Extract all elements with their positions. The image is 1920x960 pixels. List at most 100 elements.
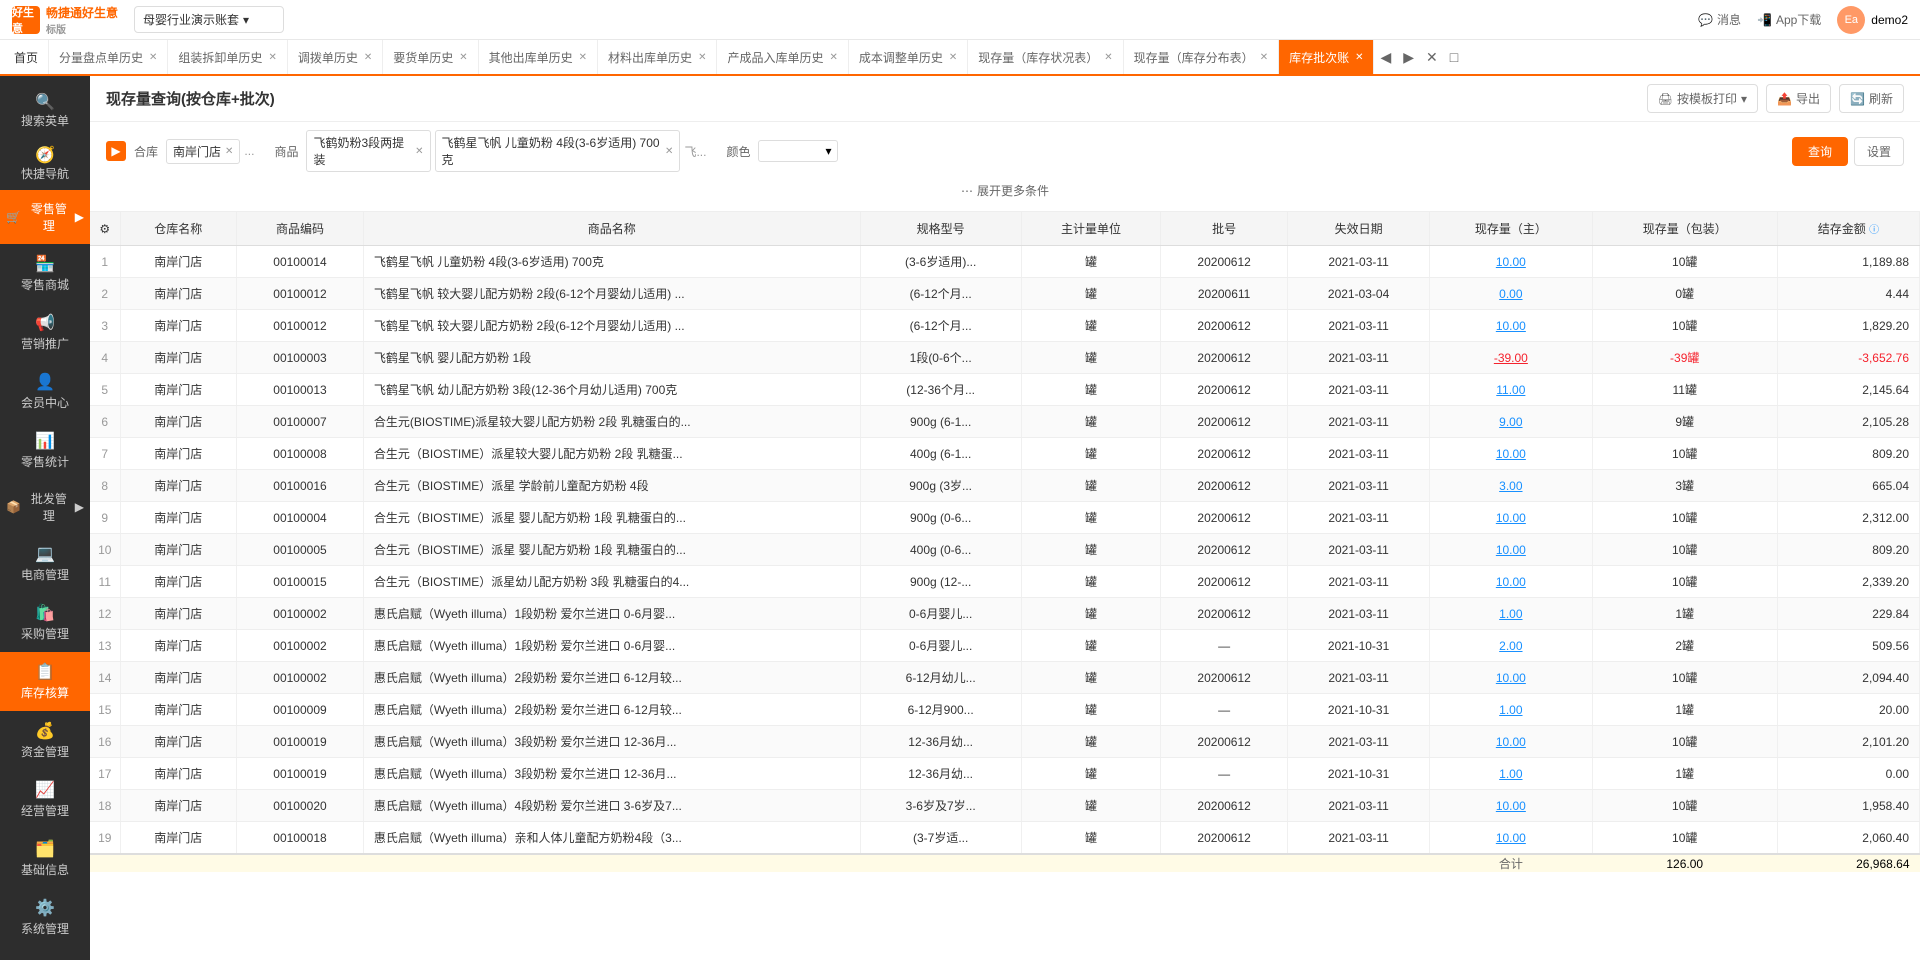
tab-bar: 首页 分量盘点单历史✕ 组装拆卸单历史✕ 调拨单历史✕ 要货单历史✕ 其他出库单… (0, 40, 1920, 76)
basic-icon: 🗂️ (35, 839, 55, 859)
retail-icon: 🛒 (6, 210, 21, 224)
refresh-icon: 🔄 (1850, 92, 1865, 106)
sidebar-item-stock[interactable]: 📋 库存核算 (0, 652, 90, 711)
finance-icon: 💰 (35, 721, 55, 741)
member-icon: 👤 (35, 372, 55, 392)
table-body: 1 南岸门店 00100014 飞鹤星飞帆 儿童奶粉 4段(3-6岁适用) 70… (90, 246, 1920, 855)
tab-transfer[interactable]: 调拨单历史✕ (288, 40, 383, 74)
tab-close[interactable]: ✕ (1355, 52, 1363, 63)
tab-material-out[interactable]: 材料出库单历史✕ (598, 40, 717, 74)
template-print-icon: 🖨 (1658, 92, 1673, 106)
sidebar-item-retail[interactable]: 🛒 零售管理 ▶ (0, 190, 90, 244)
sidebar-item-member[interactable]: 👤 会员中心 (0, 362, 90, 421)
product-tag-2-close[interactable]: ✕ (665, 146, 673, 157)
tab-split-inventory[interactable]: 分量盘点单历史✕ (49, 40, 168, 74)
amount-info-icon[interactable]: ⓘ (1869, 225, 1879, 236)
warehouse-tag-close[interactable]: ✕ (225, 146, 233, 157)
marketing-icon: 📢 (35, 313, 55, 333)
tab-next-btn[interactable]: ▶ (1397, 40, 1420, 74)
tab-requisition[interactable]: 要货单历史✕ (383, 40, 478, 74)
sidebar-item-purchase[interactable]: 🛍️ 采购管理 (0, 593, 90, 652)
tab-close[interactable]: ✕ (364, 52, 372, 63)
tab-close[interactable]: ✕ (579, 52, 587, 63)
message-icon: 💬 (1698, 13, 1713, 27)
sidebar-nav[interactable]: 🧭 快捷导航 (0, 137, 90, 190)
tab-other-out[interactable]: 其他出库单历史✕ (479, 40, 598, 74)
warehouse-tag[interactable]: 南岸门店 ✕ (166, 139, 240, 164)
col-qty: 现存量（主） (1430, 212, 1592, 246)
sidebar-item-retail-shop[interactable]: 🏪 零售商城 (0, 244, 90, 303)
sidebar-item-ecommerce[interactable]: 💻 电商管理 (0, 534, 90, 593)
sidebar-item-finance[interactable]: 💰 资金管理 (0, 711, 90, 770)
tab-close[interactable]: ✕ (949, 52, 957, 63)
product-tag-2[interactable]: 飞鹤星飞帆 儿童奶粉 4段(3-6岁适用) 700克 ✕ (435, 130, 681, 172)
tab-close[interactable]: ✕ (149, 52, 157, 63)
query-btn[interactable]: 查询 (1792, 137, 1848, 166)
expand-toggle-btn[interactable]: ▶ (106, 141, 126, 161)
table-row: 9 南岸门店 00100004 合生元（BIOSTIME）派星 婴儿配方奶粉 1… (90, 502, 1920, 534)
sidebar-search[interactable]: 🔍 搜索英单 (0, 84, 90, 137)
table-row: 18 南岸门店 00100020 惠氏启赋（Wyeth illuma）4段奶粉 … (90, 790, 1920, 822)
account-selector[interactable]: 母婴行业演示账套 ▾ (134, 6, 284, 33)
col-settings[interactable]: ⚙ (90, 212, 120, 246)
wholesale-arrow-icon: ▶ (75, 500, 84, 514)
app-download-btn[interactable]: 📲 App下载 (1757, 11, 1821, 28)
sidebar-item-operation[interactable]: 📈 经营管理 (0, 770, 90, 829)
table-footer: 合计 126.00 26,968.64 (90, 854, 1920, 872)
table-row: 12 南岸门店 00100002 惠氏启赋（Wyeth illuma）1段奶粉 … (90, 598, 1920, 630)
expand-more-icon: ⋯ (961, 184, 973, 198)
color-input[interactable]: ▾ (758, 140, 838, 162)
sidebar-item-retail-stats[interactable]: 📊 零售统计 (0, 421, 90, 480)
color-label: 颜色 (726, 143, 750, 160)
tab-close[interactable]: ✕ (698, 52, 706, 63)
tab-close[interactable]: ✕ (1260, 52, 1268, 63)
setting-btn[interactable]: 设置 (1854, 137, 1904, 166)
expand-more-btn[interactable]: ⋯ 展开更多条件 (106, 178, 1904, 203)
chevron-down-icon: ▾ (1741, 92, 1747, 106)
tab-home[interactable]: 首页 (4, 40, 49, 74)
sidebar-item-marketing[interactable]: 📢 营销推广 (0, 303, 90, 362)
retail-shop-icon: 🏪 (35, 254, 55, 274)
gear-icon: ⚙ (99, 222, 110, 236)
retail-arrow-icon: ▶ (75, 210, 84, 224)
refresh-btn[interactable]: 🔄 刷新 (1839, 84, 1904, 113)
tab-close[interactable]: ✕ (1104, 52, 1112, 63)
product-tag-1[interactable]: 飞鹤奶粉3段两提装 ✕ (306, 130, 430, 172)
export-btn[interactable]: 📤 导出 (1766, 84, 1831, 113)
warehouse-ellipsis[interactable]: ... (244, 144, 254, 158)
product-ellipsis[interactable]: 飞... (684, 143, 706, 160)
col-spec: 规格型号 (860, 212, 1021, 246)
tab-product-in[interactable]: 产成品入库单历史✕ (717, 40, 848, 74)
message-btn[interactable]: 💬 消息 (1698, 11, 1741, 28)
table-row: 17 南岸门店 00100019 惠氏启赋（Wyeth illuma）3段奶粉 … (90, 758, 1920, 790)
tab-close[interactable]: ✕ (459, 52, 467, 63)
tab-cost-adjust[interactable]: 成本调整单历史✕ (849, 40, 968, 74)
tab-close[interactable]: ✕ (268, 52, 276, 63)
tab-stock-status[interactable]: 现存量（库存状况表）✕ (968, 40, 1123, 74)
query-actions: 查询 设置 (1792, 137, 1904, 166)
tab-maximize-btn[interactable]: □ (1444, 40, 1464, 74)
col-amount: 结存金额 ⓘ (1777, 212, 1919, 246)
tab-prev-btn[interactable]: ◀ (1374, 40, 1397, 74)
user-area[interactable]: Ea demo2 (1837, 6, 1908, 34)
sidebar-item-enterprise[interactable]: 🤝 企业协同 (0, 947, 90, 960)
sidebar-item-system[interactable]: ⚙️ 系统管理 (0, 888, 90, 947)
product-tag-1-close[interactable]: ✕ (415, 146, 423, 157)
operation-icon: 📈 (35, 780, 55, 800)
table-row: 2 南岸门店 00100012 飞鹤星飞帆 较大婴儿配方奶粉 2段(6-12个月… (90, 278, 1920, 310)
tab-batch[interactable]: 库存批次账✕ (1279, 40, 1374, 74)
export-icon: 📤 (1777, 92, 1792, 106)
table-row: 7 南岸门店 00100008 合生元（BIOSTIME）派星较大婴儿配方奶粉 … (90, 438, 1920, 470)
sidebar-item-basic[interactable]: 🗂️ 基础信息 (0, 829, 90, 888)
table-row: 11 南岸门店 00100015 合生元（BIOSTIME）派星幼儿配方奶粉 3… (90, 566, 1920, 598)
tab-stock-dist[interactable]: 现存量（库存分布表）✕ (1124, 40, 1279, 74)
tab-close-all-btn[interactable]: ✕ (1420, 40, 1444, 74)
tab-disassemble[interactable]: 组装拆卸单历史✕ (168, 40, 287, 74)
template-print-btn[interactable]: 🖨 按模板打印 ▾ (1647, 84, 1758, 113)
warehouse-label: 合库 (134, 143, 158, 160)
total-row: 合计 126.00 26,968.64 (90, 854, 1920, 872)
tab-close[interactable]: ✕ (829, 52, 837, 63)
col-batch: 批号 (1161, 212, 1288, 246)
table-row: 1 南岸门店 00100014 飞鹤星飞帆 儿童奶粉 4段(3-6岁适用) 70… (90, 246, 1920, 278)
sidebar-item-wholesale[interactable]: 📦 批发管理 ▶ (0, 480, 90, 534)
